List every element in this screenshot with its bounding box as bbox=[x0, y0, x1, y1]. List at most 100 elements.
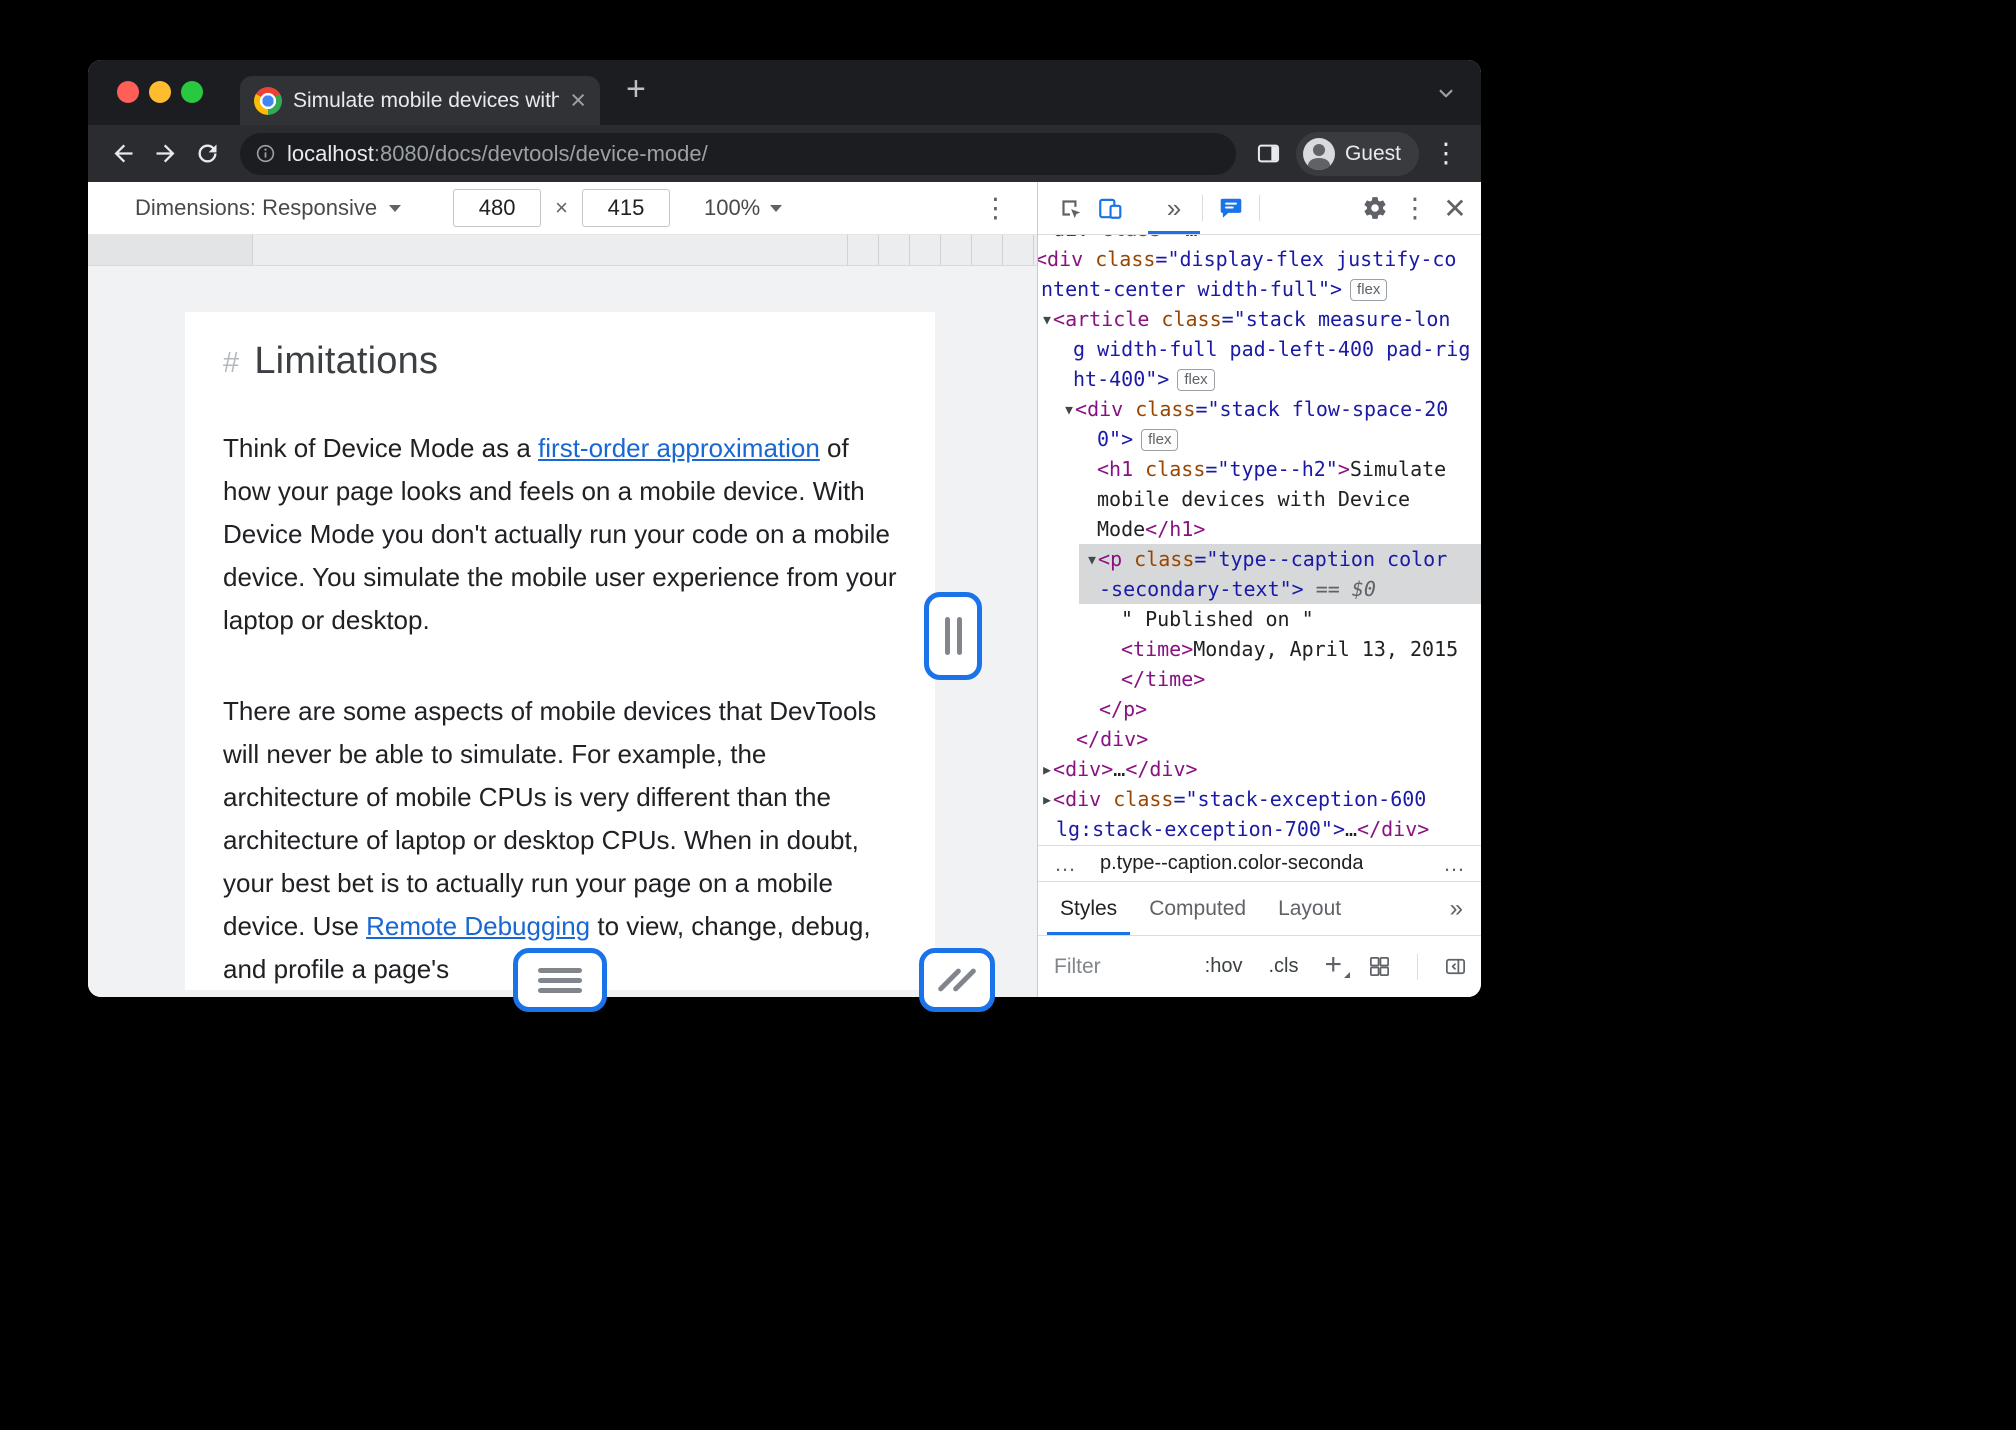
devtools-settings-button[interactable] bbox=[1355, 182, 1395, 234]
toolbar-divider bbox=[1259, 195, 1260, 221]
dom-token: " Published on " bbox=[1121, 607, 1314, 631]
viewport-bottom-resize-handle[interactable] bbox=[513, 948, 607, 1012]
tab-computed[interactable]: Computed bbox=[1133, 882, 1262, 935]
viewport-height-input[interactable] bbox=[581, 189, 670, 227]
dom-tree-row[interactable]: ▾<p class="type--caption color bbox=[1038, 544, 1481, 574]
dom-tree-row[interactable]: <time>Monday, April 13, 2015 bbox=[1038, 634, 1481, 664]
devtools-toolbar: » ⋮ ✕ bbox=[1038, 182, 1481, 235]
page-link[interactable]: first-order approximation bbox=[538, 433, 820, 463]
inspect-element-button[interactable] bbox=[1050, 182, 1090, 234]
address-bar[interactable]: localhost:8080/docs/devtools/device-mode… bbox=[240, 132, 1236, 175]
zoom-window-button[interactable] bbox=[181, 81, 203, 103]
ruler-segment bbox=[88, 235, 253, 265]
device-type-select[interactable]: Dimensions: Responsive bbox=[135, 195, 402, 221]
dom-tree-row[interactable]: " Published on " bbox=[1038, 604, 1481, 634]
tab-layout[interactable]: Layout bbox=[1262, 882, 1357, 935]
viewport-right-resize-handle[interactable] bbox=[924, 592, 982, 680]
dom-tree-row[interactable]: </p> bbox=[1038, 694, 1481, 724]
dom-token: > bbox=[1337, 457, 1350, 481]
browser-window: Simulate mobile devices with D × + local… bbox=[88, 60, 1481, 997]
devtools-menu-button[interactable]: ⋮ bbox=[1395, 182, 1435, 234]
zoom-select[interactable]: 100% bbox=[704, 195, 783, 221]
site-info-icon[interactable] bbox=[254, 142, 277, 165]
dom-tree-row[interactable]: <div class="…"> bbox=[1038, 235, 1481, 244]
dom-tree-row[interactable]: ▾<article class="stack measure-lon bbox=[1038, 304, 1481, 334]
chrome-icon bbox=[254, 86, 282, 115]
more-tabs-button[interactable]: » bbox=[1432, 882, 1481, 935]
flex-badge[interactable]: flex bbox=[1177, 369, 1215, 391]
dom-tree-row[interactable]: <h1 class="type--h2">Simulate bbox=[1038, 454, 1481, 484]
devtools-panel: » ⋮ ✕ <div class="…"><div class="displ bbox=[1037, 182, 1481, 997]
dom-token: <div bbox=[1053, 787, 1102, 811]
dom-token: Monday, April 13, 2015 bbox=[1193, 637, 1459, 661]
devtools-close-button[interactable]: ✕ bbox=[1435, 182, 1475, 234]
dom-tree-row[interactable]: mobile devices with Device bbox=[1038, 484, 1481, 514]
flex-badge[interactable]: flex bbox=[1141, 429, 1179, 451]
browser-toolbar: localhost:8080/docs/devtools/device-mode… bbox=[88, 125, 1481, 182]
heading-anchor-link[interactable]: # bbox=[223, 347, 239, 380]
window-titlebar: Simulate mobile devices with D × + bbox=[88, 60, 1481, 125]
forward-button[interactable] bbox=[144, 133, 186, 175]
dom-token: ="type--caption color bbox=[1194, 547, 1448, 571]
dom-token: </div> bbox=[1125, 757, 1198, 781]
dom-token: ="display-flex justify-co bbox=[1155, 247, 1457, 271]
element-classes-button[interactable]: .cls bbox=[1268, 955, 1298, 978]
dom-token: </time> bbox=[1121, 667, 1206, 691]
device-toolbar-menu-button[interactable]: ⋮ bbox=[982, 193, 1009, 224]
styles-filter-input[interactable] bbox=[1052, 953, 1176, 980]
vertical-grip-icon bbox=[944, 617, 950, 655]
dom-token: ="type--h2" bbox=[1205, 457, 1338, 481]
dom-tree-row[interactable]: ntent-center width-full"> flex bbox=[1038, 274, 1481, 304]
dom-tree-row[interactable]: -secondary-text"> == $0 bbox=[1038, 574, 1481, 604]
dom-tree-row[interactable]: </time> bbox=[1038, 664, 1481, 694]
breadcrumb-overflow-right[interactable]: … bbox=[1443, 852, 1465, 875]
toggle-element-state-button[interactable]: :hov bbox=[1205, 955, 1243, 978]
dom-token: Mode bbox=[1097, 517, 1146, 541]
side-panel-button[interactable] bbox=[1248, 133, 1290, 175]
breadcrumb-selected-node[interactable]: p.type--caption.color-seconda bbox=[1100, 852, 1363, 875]
dimensions-separator: × bbox=[555, 195, 568, 220]
breadcrumb-overflow-left[interactable]: … bbox=[1054, 852, 1076, 875]
more-panels-button[interactable]: » bbox=[1148, 182, 1200, 234]
dom-tree-row[interactable]: ▾<div class="stack flow-space-20 bbox=[1038, 394, 1481, 424]
back-button[interactable] bbox=[102, 133, 144, 175]
tab-styles[interactable]: Styles bbox=[1044, 882, 1133, 935]
dom-token: ht-400"> bbox=[1073, 367, 1170, 391]
viewport-corner-resize-handle[interactable] bbox=[919, 948, 995, 1012]
minimize-window-button[interactable] bbox=[149, 81, 171, 103]
dom-token: ▸ bbox=[1041, 757, 1054, 781]
new-style-rule-button[interactable]: + bbox=[1324, 950, 1350, 980]
sidebar-toggle-icon[interactable] bbox=[1444, 955, 1467, 978]
flex-badge[interactable]: flex bbox=[1350, 279, 1388, 301]
dom-token: class bbox=[1122, 547, 1195, 571]
dom-token: 0"> bbox=[1097, 427, 1134, 451]
paragraph-1: Think of Device Mode as a first-order ap… bbox=[223, 427, 899, 642]
dom-tree-row[interactable]: <div class="display-flex justify-co bbox=[1038, 244, 1481, 274]
profile-button[interactable]: Guest bbox=[1295, 131, 1419, 176]
dom-tree-row[interactable]: ▸<div class="stack-exception-600 bbox=[1038, 784, 1481, 814]
tab-search-chevron-icon[interactable] bbox=[1433, 80, 1459, 106]
reload-button[interactable] bbox=[186, 133, 228, 175]
device-toolbar-toggle-button[interactable] bbox=[1090, 182, 1130, 234]
dom-token: ▾ bbox=[1086, 547, 1099, 571]
dom-token: mobile devices with Device bbox=[1097, 487, 1411, 511]
dom-tree-row[interactable]: </div> bbox=[1038, 724, 1481, 754]
device-toolbar: Dimensions: Responsive × 100% ⋮ bbox=[88, 182, 1037, 235]
close-window-button[interactable] bbox=[117, 81, 139, 103]
browser-tab[interactable]: Simulate mobile devices with D × bbox=[240, 76, 600, 125]
grid-icon[interactable] bbox=[1368, 955, 1391, 978]
feedback-button[interactable] bbox=[1211, 182, 1251, 234]
url-text: localhost:8080/docs/devtools/device-mode… bbox=[287, 141, 708, 167]
dom-tree-row[interactable]: ht-400"> flex bbox=[1038, 364, 1481, 394]
viewport-width-input[interactable] bbox=[453, 189, 542, 227]
dom-tree-row[interactable]: Mode</h1> bbox=[1038, 514, 1481, 544]
dom-tree-row[interactable]: ▸<div>…</div> bbox=[1038, 754, 1481, 784]
browser-menu-button[interactable]: ⋮ bbox=[1425, 133, 1467, 175]
new-tab-button[interactable]: + bbox=[626, 70, 646, 109]
breadcrumb: … p.type--caption.color-seconda … bbox=[1038, 845, 1481, 881]
page-link[interactable]: Remote Debugging bbox=[366, 911, 590, 941]
tab-close-icon[interactable]: × bbox=[570, 87, 586, 114]
dom-tree-row[interactable]: g width-full pad-left-400 pad-rig bbox=[1038, 334, 1481, 364]
dom-tree-row[interactable]: lg:stack-exception-700">…</div> bbox=[1038, 814, 1481, 844]
dom-tree-row[interactable]: 0"> flex bbox=[1038, 424, 1481, 454]
